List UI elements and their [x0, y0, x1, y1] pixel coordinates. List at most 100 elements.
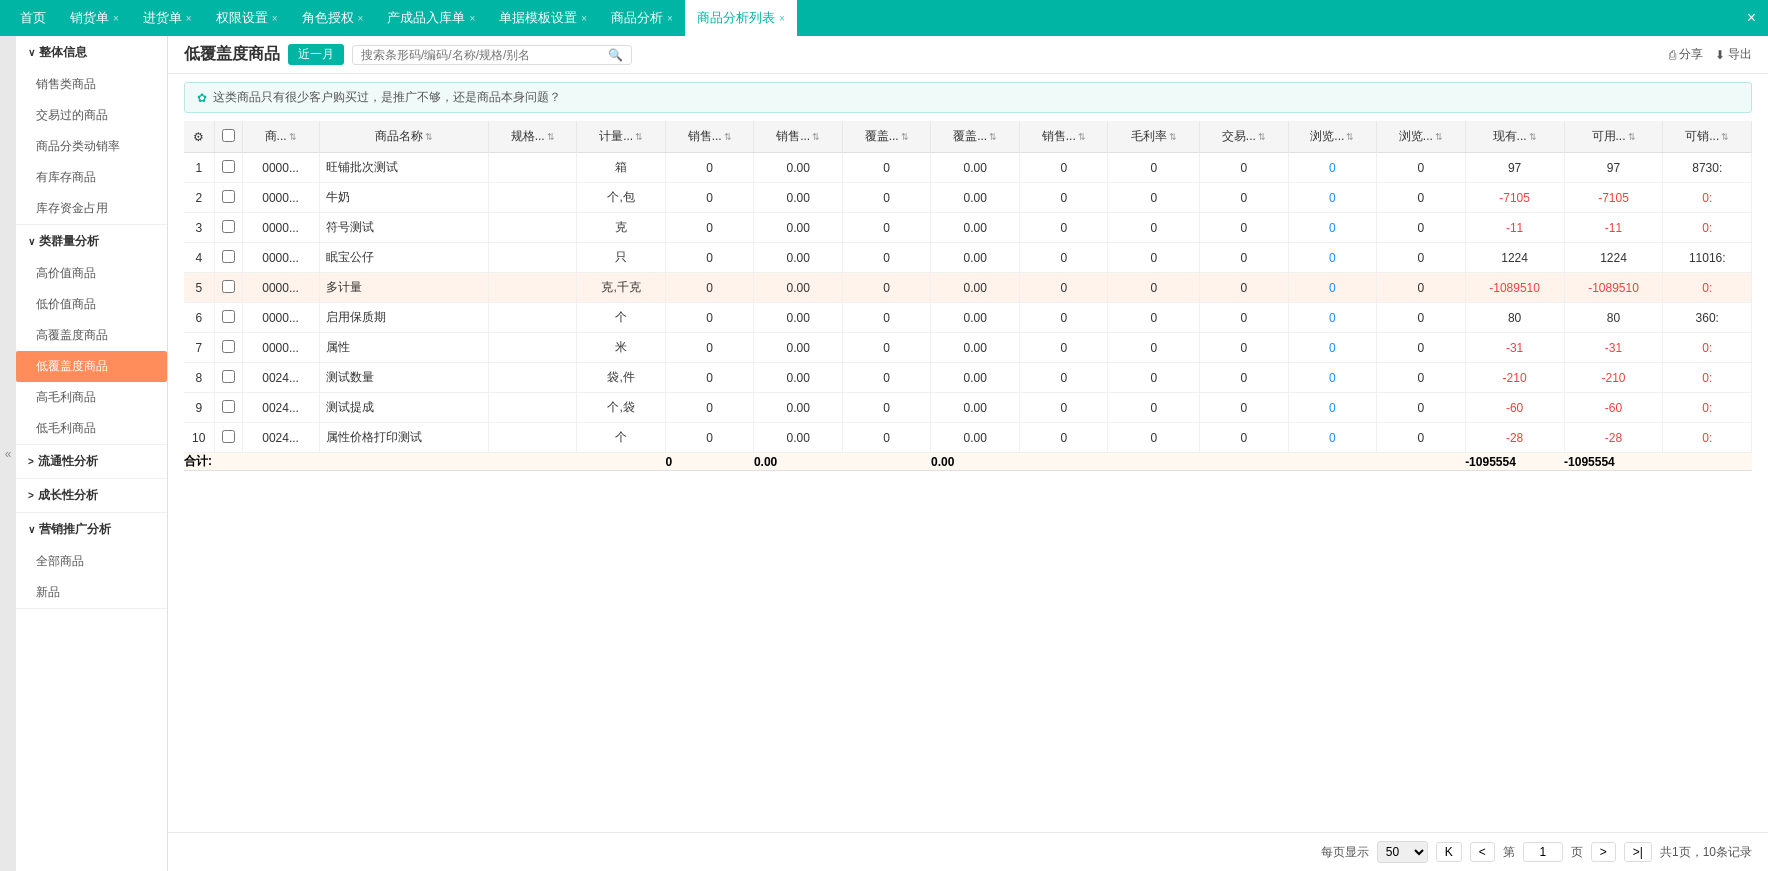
col-trade[interactable]: 交易...⇅: [1200, 121, 1289, 153]
col-cover1[interactable]: 覆盖...⇅: [842, 121, 931, 153]
col-unit[interactable]: 计量...⇅: [577, 121, 666, 153]
sidebar-item-new-goods[interactable]: 新品: [16, 577, 167, 608]
sidebar-item-category-rate[interactable]: 商品分类动销率: [16, 131, 167, 162]
settings-icon[interactable]: ⚙: [193, 130, 204, 144]
nav-template-settings[interactable]: 单据模板设置 ×: [487, 0, 599, 36]
sidebar-section-overview[interactable]: ∨ 整体信息: [16, 36, 167, 69]
row-code: 0000...: [242, 243, 319, 273]
row-checkbox[interactable]: [214, 243, 242, 273]
row-spec: [488, 243, 577, 273]
col-name[interactable]: 商品名称⇅: [319, 121, 488, 153]
sidebar-item-high-value[interactable]: 高价值商品: [16, 258, 167, 289]
time-filter-button[interactable]: 近一月: [288, 44, 344, 65]
search-input[interactable]: [361, 48, 608, 62]
row-view1[interactable]: 0: [1288, 273, 1377, 303]
nav-sales-order[interactable]: 销货单 ×: [58, 0, 131, 36]
nav-home[interactable]: 首页: [8, 0, 58, 36]
sidebar-item-high-margin[interactable]: 高毛利商品: [16, 382, 167, 413]
row-code: 0000...: [242, 183, 319, 213]
sidebar-section-growth[interactable]: > 成长性分析: [16, 479, 167, 512]
row-checkbox[interactable]: [214, 303, 242, 333]
table-row: 4 0000... 眠宝公仔 只 0 0.00 0 0.00 0 0 0 0 0…: [184, 243, 1752, 273]
sidebar-item-traded-goods[interactable]: 交易过的商品: [16, 100, 167, 131]
row-checkbox[interactable]: [214, 423, 242, 453]
nav-product-analysis-list[interactable]: 商品分析列表 ×: [685, 0, 797, 36]
row-view1[interactable]: 0: [1288, 423, 1377, 453]
sidebar-collapse-button[interactable]: «: [0, 36, 16, 871]
col-view2[interactable]: 浏览...⇅: [1377, 121, 1466, 153]
nav-close-icon[interactable]: ×: [186, 13, 192, 24]
share-button[interactable]: ⎙ 分享: [1669, 46, 1703, 63]
sidebar-item-high-coverage[interactable]: 高覆盖度商品: [16, 320, 167, 351]
sidebar-section-liquidity[interactable]: > 流通性分析: [16, 445, 167, 478]
sidebar-section-marketing[interactable]: ∨ 营销推广分析: [16, 513, 167, 546]
search-icon[interactable]: 🔍: [608, 48, 623, 62]
row-checkbox[interactable]: [214, 213, 242, 243]
row-unit: 袋,件: [577, 363, 666, 393]
page-size-select[interactable]: 50 100 200: [1377, 841, 1428, 863]
sidebar-item-low-margin[interactable]: 低毛利商品: [16, 413, 167, 444]
page-number-input[interactable]: [1523, 842, 1563, 862]
prev-page-button[interactable]: <: [1470, 842, 1495, 862]
row-cover2: 0.00: [931, 423, 1020, 453]
nav-close-icon[interactable]: ×: [667, 13, 673, 24]
col-code[interactable]: 商...⇅: [242, 121, 319, 153]
row-view1[interactable]: 0: [1288, 183, 1377, 213]
col-sales3[interactable]: 销售...⇅: [1019, 121, 1108, 153]
col-sales-qty[interactable]: 销售...⇅: [665, 121, 754, 153]
sidebar-section-cluster[interactable]: ∨ 类群量分析: [16, 225, 167, 258]
row-gross: 0: [1108, 273, 1200, 303]
sidebar-item-in-stock[interactable]: 有库存商品: [16, 162, 167, 193]
select-all-checkbox[interactable]: [222, 129, 235, 142]
row-view1[interactable]: 0: [1288, 333, 1377, 363]
col-gross[interactable]: 毛利率⇅: [1108, 121, 1200, 153]
col-settings[interactable]: ⚙: [184, 121, 214, 153]
sidebar-item-stock-fund[interactable]: 库存资金占用: [16, 193, 167, 224]
row-available: -1089510: [1564, 273, 1663, 303]
sidebar-item-low-value[interactable]: 低价值商品: [16, 289, 167, 320]
sidebar-item-all-goods[interactable]: 全部商品: [16, 546, 167, 577]
nav-close-icon[interactable]: ×: [469, 13, 475, 24]
sort-icon: ⇅: [289, 132, 297, 142]
row-checkbox[interactable]: [214, 183, 242, 213]
row-checkbox[interactable]: [214, 273, 242, 303]
col-view1[interactable]: 浏览...⇅: [1288, 121, 1377, 153]
row-view1[interactable]: 0: [1288, 243, 1377, 273]
nav-close-icon[interactable]: ×: [581, 13, 587, 24]
nav-purchase-order[interactable]: 进货单 ×: [131, 0, 204, 36]
sidebar-item-sales-goods[interactable]: 销售类商品: [16, 69, 167, 100]
col-current[interactable]: 现有...⇅: [1465, 121, 1564, 153]
row-view1[interactable]: 0: [1288, 153, 1377, 183]
nav-close-icon[interactable]: ×: [358, 13, 364, 24]
nav-permissions[interactable]: 权限设置 ×: [204, 0, 290, 36]
next-page-button[interactable]: >: [1591, 842, 1616, 862]
chevron-down-icon: ∨: [28, 236, 35, 247]
first-page-button[interactable]: K: [1436, 842, 1462, 862]
row-view1[interactable]: 0: [1288, 303, 1377, 333]
window-close-icon[interactable]: ×: [1747, 9, 1756, 27]
sidebar-item-low-coverage[interactable]: 低覆盖度商品: [16, 351, 167, 382]
col-cover2[interactable]: 覆盖...⇅: [931, 121, 1020, 153]
nav-close-icon[interactable]: ×: [113, 13, 119, 24]
row-view1[interactable]: 0: [1288, 213, 1377, 243]
col-spec[interactable]: 规格...⇅: [488, 121, 577, 153]
export-button[interactable]: ⬇ 导出: [1715, 46, 1752, 63]
row-gross: 0: [1108, 393, 1200, 423]
nav-role-auth[interactable]: 角色授权 ×: [290, 0, 376, 36]
nav-product-inbound[interactable]: 产成品入库单 ×: [375, 0, 487, 36]
row-view1[interactable]: 0: [1288, 363, 1377, 393]
row-checkbox[interactable]: [214, 393, 242, 423]
nav-close-icon[interactable]: ×: [272, 13, 278, 24]
col-sellable[interactable]: 可销...⇅: [1663, 121, 1752, 153]
nav-close-icon[interactable]: ×: [779, 13, 785, 24]
nav-product-analysis[interactable]: 商品分析 ×: [599, 0, 685, 36]
col-available[interactable]: 可用...⇅: [1564, 121, 1663, 153]
row-checkbox[interactable]: [214, 153, 242, 183]
row-checkbox[interactable]: [214, 363, 242, 393]
row-trade: 0: [1200, 183, 1289, 213]
col-sales-amt[interactable]: 销售...⇅: [754, 121, 843, 153]
row-checkbox[interactable]: [214, 333, 242, 363]
totals-label: 合计:: [184, 453, 242, 471]
row-view1[interactable]: 0: [1288, 393, 1377, 423]
last-page-button[interactable]: >|: [1624, 842, 1652, 862]
